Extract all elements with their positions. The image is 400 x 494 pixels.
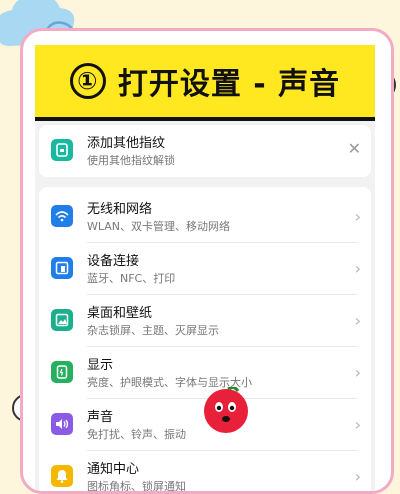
item-title: 声音	[87, 410, 114, 425]
item-subtitle: WLAN、双卡管理、移动网络	[87, 220, 231, 233]
item-title: 添加其他指纹	[87, 136, 166, 151]
item-subtitle: 使用其他指纹解锁	[87, 154, 175, 167]
list-item-device-connect[interactable]: 设备连接 蓝牙、NFC、打印 ›	[39, 243, 371, 294]
red-face-sticker	[202, 385, 250, 439]
wallpaper-icon	[51, 309, 73, 331]
chevron-right-icon: ›	[354, 415, 361, 434]
step-number: ①	[69, 63, 106, 99]
device-connect-icon	[51, 257, 73, 279]
item-title: 通知中心	[87, 462, 140, 477]
tutorial-banner: ① 打开设置 - 声音	[35, 45, 375, 121]
fingerprint-card: 添加其他指纹 使用其他指纹解锁 ✕	[39, 125, 371, 177]
wifi-icon	[51, 205, 73, 227]
list-item-wireless[interactable]: 无线和网络 WLAN、双卡管理、移动网络 ›	[39, 191, 371, 242]
display-icon	[51, 361, 73, 383]
list-item-wallpaper[interactable]: 桌面和壁纸 杂志锁屏、主题、灭屏显示 ›	[39, 295, 371, 346]
banner-title: 打开设置 - 声音	[117, 67, 341, 102]
chevron-right-icon: ›	[354, 363, 361, 382]
item-subtitle: 杂志锁屏、主题、灭屏显示	[87, 324, 219, 337]
chevron-right-icon: ›	[354, 207, 361, 226]
sound-icon	[51, 413, 73, 435]
item-subtitle: 免打扰、铃声、振动	[87, 428, 186, 441]
item-title: 显示	[87, 358, 114, 373]
fingerprint-icon	[51, 139, 73, 161]
list-item-add-fingerprint[interactable]: 添加其他指纹 使用其他指纹解锁 ✕	[39, 125, 371, 176]
notification-icon	[51, 465, 73, 487]
list-item-notification[interactable]: 通知中心 图标角标、锁屏通知 ›	[39, 451, 371, 493]
chevron-right-icon: ›	[354, 311, 361, 330]
item-subtitle: 蓝牙、NFC、打印	[87, 272, 176, 285]
settings-card: 无线和网络 WLAN、双卡管理、移动网络 › 设备连接 蓝牙、NFC、打印 › …	[39, 187, 371, 493]
close-icon[interactable]: ✕	[348, 139, 361, 158]
item-title: 桌面和壁纸	[87, 306, 153, 321]
chevron-right-icon: ›	[354, 259, 361, 278]
item-title: 设备连接	[87, 254, 140, 269]
item-title: 无线和网络	[87, 202, 153, 217]
item-subtitle: 图标角标、锁屏通知	[87, 480, 186, 493]
